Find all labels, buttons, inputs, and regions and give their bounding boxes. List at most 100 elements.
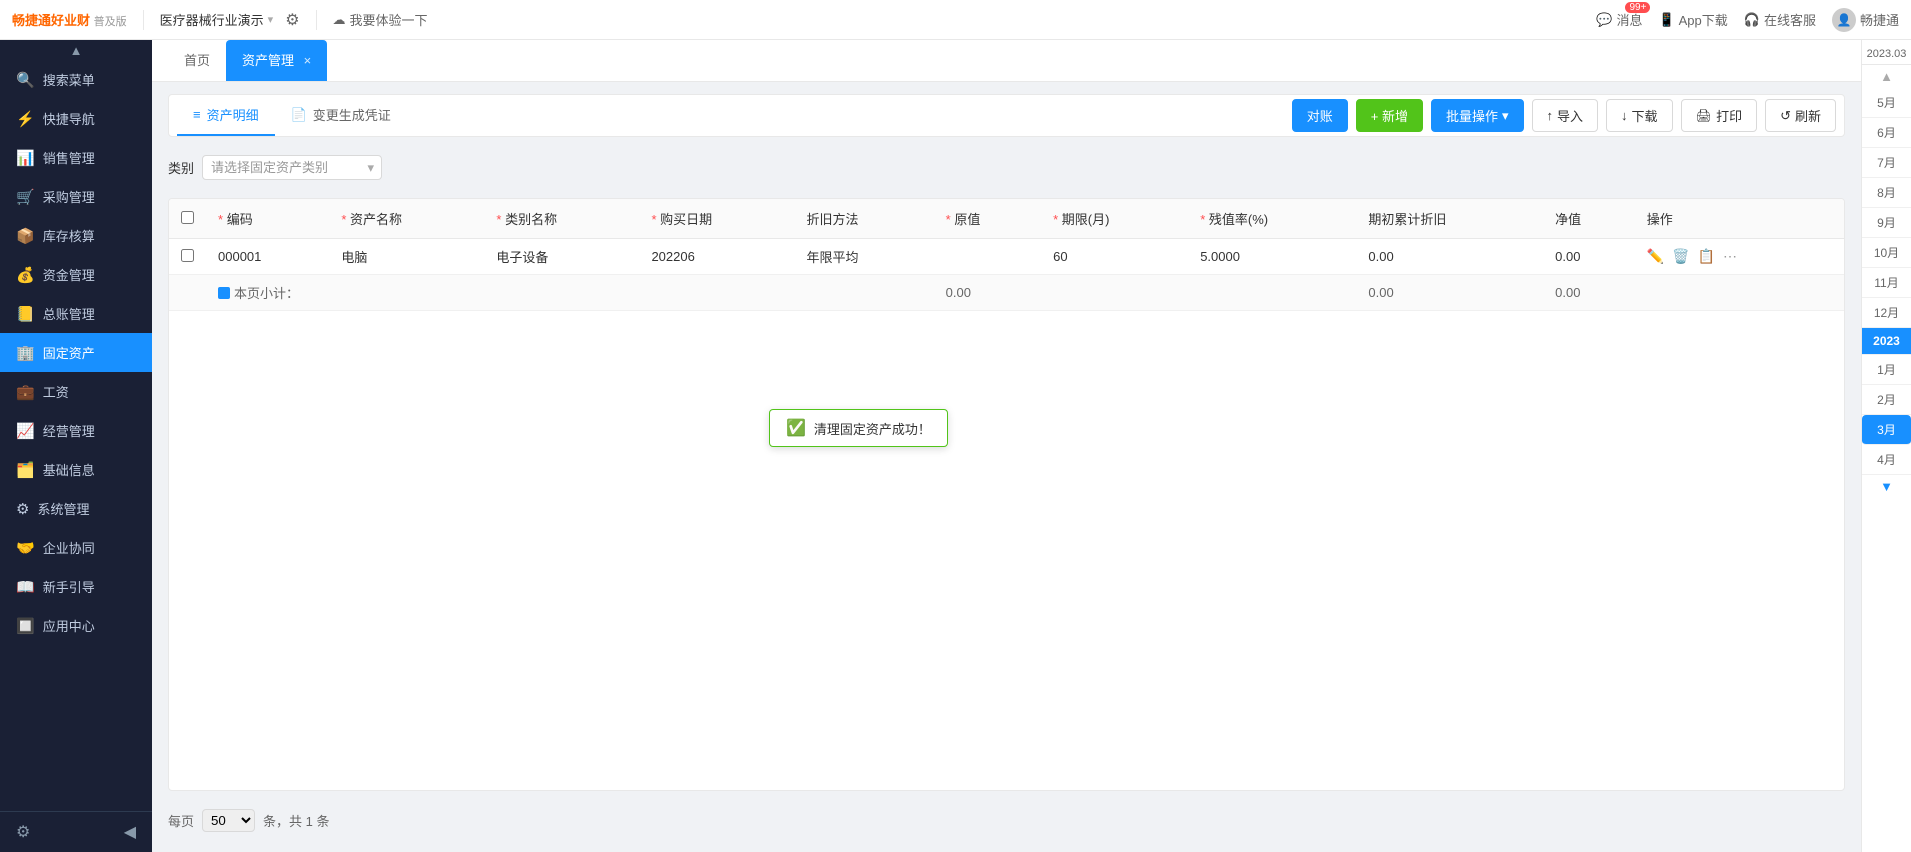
cal-month-10[interactable]: 10月 [1862, 238, 1911, 268]
sidebar-item-label: 采购管理 [43, 187, 95, 206]
subtotal-empty3 [1635, 275, 1844, 311]
sidebar-scroll-up[interactable]: ▲ [0, 40, 152, 60]
reconcile-button[interactable]: 对账 [1292, 99, 1348, 132]
change-voucher-icon: 📄 [291, 107, 307, 123]
cal-month-8[interactable]: 8月 [1862, 178, 1911, 208]
online-service-button[interactable]: 🎧 在线客服 [1744, 10, 1816, 29]
cal-month-7[interactable]: 7月 [1862, 148, 1911, 178]
subtotal-label-text: 本页小计： [234, 283, 299, 302]
sidebar-item-inventory[interactable]: 📦 库存核算 [0, 216, 152, 255]
delete-icon[interactable]: 🗑️ [1672, 248, 1689, 265]
edit-icon[interactable]: ✏️ [1647, 248, 1664, 265]
more-icon[interactable]: ⋯ [1723, 248, 1737, 265]
sub-tab-change-voucher[interactable]: 📄 变更生成凭证 [275, 95, 407, 136]
user-menu[interactable]: 👤 畅捷通 [1832, 8, 1899, 32]
enterprise-icon: 🤝 [16, 539, 35, 557]
success-icon: ✅ [786, 418, 806, 438]
system-icon: ⚙ [16, 500, 29, 518]
sidebar-item-label: 销售管理 [43, 148, 95, 167]
messages-button[interactable]: 💬 消息 99+ [1596, 10, 1642, 29]
sidebar-item-search[interactable]: 🔍 搜索菜单 [0, 60, 152, 99]
feedback-button[interactable]: ☁ 我要体验一下 [333, 10, 428, 29]
tab-asset-mgmt[interactable]: 资产管理 × [226, 40, 327, 81]
filter-category-select[interactable]: 请选择固定资产类别 [202, 155, 382, 180]
sidebar-item-enterprise[interactable]: 🤝 企业协同 [0, 528, 152, 567]
th-depreciation-method: 折旧方法 [795, 199, 934, 239]
sidebar-item-basic-info[interactable]: 🗂️ 基础信息 [0, 450, 152, 489]
sidebar-item-purchase[interactable]: 🛒 采购管理 [0, 177, 152, 216]
sidebar-item-sales[interactable]: 📊 销售管理 [0, 138, 152, 177]
sub-tab-asset-detail[interactable]: ≡ 资产明细 [177, 95, 275, 136]
app-download-button[interactable]: 📱 App下载 [1658, 10, 1727, 29]
sidebar-item-fixed-assets[interactable]: 🏢 固定资产 [0, 333, 152, 372]
company-selector[interactable]: 医疗器械行业演示 ▾ [160, 10, 274, 29]
sidebar-item-guide[interactable]: 📖 新手引导 [0, 567, 152, 606]
company-settings-icon[interactable]: ⚙ [285, 10, 299, 30]
copy-icon[interactable]: 📋 [1698, 248, 1715, 265]
row-name: 电脑 [329, 239, 484, 275]
subtotal-empty1 [1041, 275, 1188, 311]
sidebar-item-operations[interactable]: 📈 经营管理 [0, 411, 152, 450]
sidebar-item-funds[interactable]: 💰 资金管理 [0, 255, 152, 294]
toolbar-right-actions: 对账 + 新增 批量操作 ▾ ↑ 导入 ↓ 下载 [1292, 95, 1836, 136]
download-button[interactable]: ↓ 下载 [1606, 99, 1673, 132]
cal-month-9[interactable]: 9月 [1862, 208, 1911, 238]
print-label: 打印 [1716, 106, 1742, 125]
user-avatar: 👤 [1832, 8, 1856, 32]
sub-tab-change-voucher-label: 变更生成凭证 [313, 105, 391, 124]
filter-row: 类别 请选择固定资产类别 [168, 147, 1845, 188]
cal-year-2023[interactable]: 2023 [1862, 328, 1911, 355]
table-header-row: * 编码 * 资产名称 * 类别名称 * 购买日期 折旧方法 * 原值 * 期限… [169, 199, 1844, 239]
inventory-icon: 📦 [16, 227, 35, 245]
cal-month-11[interactable]: 11月 [1862, 268, 1911, 298]
cal-month-3-active[interactable]: 3月 [1862, 415, 1911, 445]
row-checkbox[interactable] [181, 249, 194, 262]
sub-tab-asset-detail-label: 资产明细 [207, 105, 259, 124]
sidebar-item-appstore[interactable]: 🔲 应用中心 [0, 606, 152, 645]
tab-close-icon[interactable]: × [304, 53, 312, 68]
sidebar-item-quick-nav[interactable]: ⚡ 快捷导航 [0, 99, 152, 138]
print-icon: 🖨 [1696, 108, 1713, 124]
th-actions: 操作 [1635, 199, 1844, 239]
import-button[interactable]: ↑ 导入 [1532, 99, 1599, 132]
row-code: 000001 [206, 239, 329, 275]
select-all-checkbox[interactable] [181, 211, 194, 224]
cal-month-12[interactable]: 12月 [1862, 298, 1911, 328]
th-net-value: 净值 [1543, 199, 1635, 239]
sidebar: ▲ 🔍 搜索菜单 ⚡ 快捷导航 📊 销售管理 🛒 采购管理 📦 库存核算 💰 资… [0, 40, 152, 852]
print-button[interactable]: 🖨 打印 [1681, 99, 1758, 132]
action-icons: ✏️ 🗑️ 📋 ⋯ [1647, 248, 1832, 265]
sidebar-item-label: 固定资产 [43, 343, 95, 362]
sidebar-item-label: 经营管理 [43, 421, 95, 440]
purchase-icon: 🛒 [16, 188, 35, 206]
new-button[interactable]: + 新增 [1356, 99, 1423, 132]
subtotal-net: 0.00 [1543, 275, 1635, 311]
sidebar-item-payroll[interactable]: 💼 工资 [0, 372, 152, 411]
cal-month-2[interactable]: 2月 [1862, 385, 1911, 415]
calendar-nav-down[interactable]: ▼ [1876, 475, 1897, 498]
sidebar-item-ledger[interactable]: 📒 总账管理 [0, 294, 152, 333]
per-page-select[interactable]: 50 10 20 100 [202, 809, 255, 832]
refresh-button[interactable]: ↺ 刷新 [1765, 99, 1836, 132]
sidebar-item-label: 新手引导 [43, 577, 95, 596]
main-layout: ▲ 🔍 搜索菜单 ⚡ 快捷导航 📊 销售管理 🛒 采购管理 📦 库存核算 💰 资… [0, 40, 1911, 852]
cal-month-1[interactable]: 1月 [1862, 355, 1911, 385]
th-checkbox [169, 199, 206, 239]
sidebar-settings-icon[interactable]: ⚙ [16, 822, 30, 842]
cal-month-4[interactable]: 4月 [1862, 445, 1911, 475]
feedback-label: 我要体验一下 [350, 10, 428, 29]
calendar-nav-up[interactable]: ▲ [1876, 65, 1897, 88]
sidebar-item-label: 资金管理 [43, 265, 95, 284]
cal-month-5[interactable]: 5月 [1862, 88, 1911, 118]
batch-ops-button[interactable]: 批量操作 ▾ [1431, 99, 1524, 132]
online-service-icon: 🎧 [1744, 12, 1760, 28]
download-label: 下载 [1632, 106, 1658, 125]
tab-home[interactable]: 首页 [168, 40, 226, 81]
sidebar-collapse-icon[interactable]: ◀ [124, 822, 136, 842]
th-original-value: * 原值 [934, 199, 1041, 239]
cal-month-6[interactable]: 6月 [1862, 118, 1911, 148]
pagination: 每页 50 10 20 100 条，共 1 条 [168, 801, 1845, 840]
th-code: * 编码 [206, 199, 329, 239]
row-checkbox-cell [169, 239, 206, 275]
sidebar-item-system[interactable]: ⚙ 系统管理 [0, 489, 152, 528]
